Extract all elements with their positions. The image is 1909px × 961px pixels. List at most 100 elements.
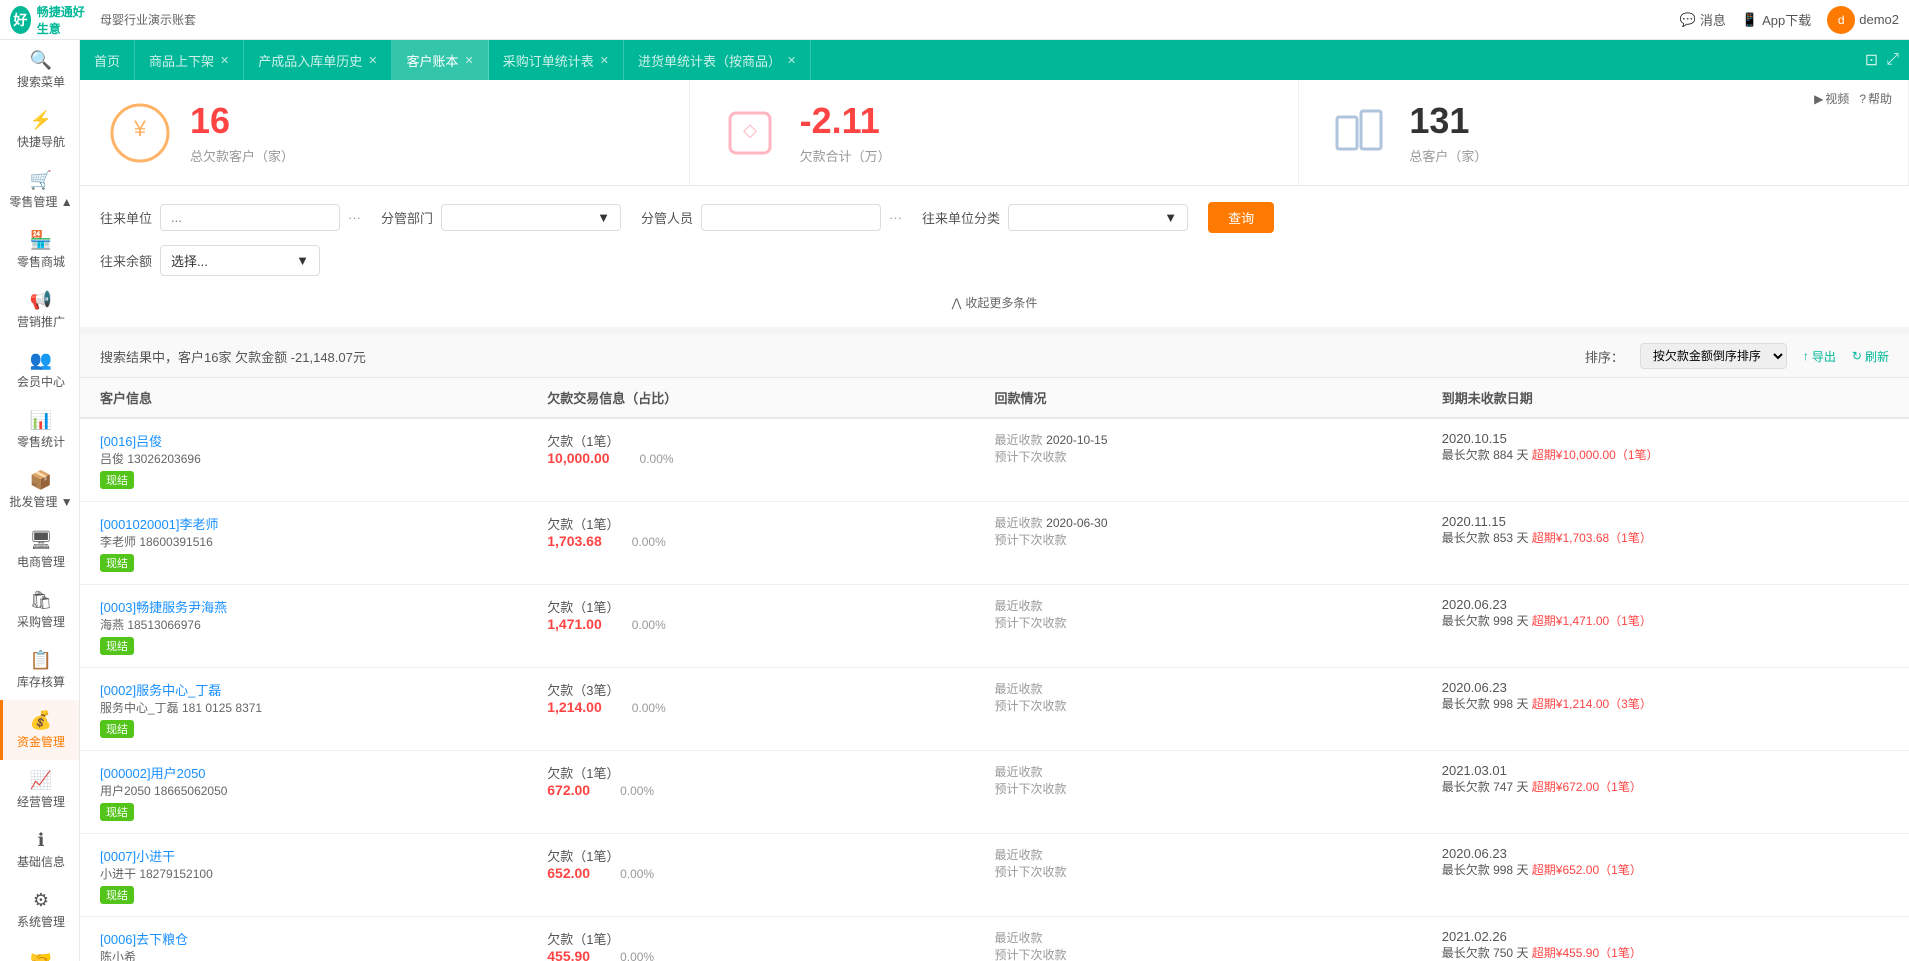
user-name: demo2 bbox=[1859, 12, 1899, 27]
stat-card-total-customers: 131 总客户（家） ▶ 视频 ? 帮助 bbox=[1299, 80, 1909, 185]
sidebar-item-finance[interactable]: 💰 资金管理 bbox=[0, 700, 79, 760]
debt-count: 欠款（1笔） bbox=[547, 929, 994, 948]
overdue-link[interactable]: 超期¥1,471.00（1笔） bbox=[1532, 614, 1652, 628]
inventory-icon: 📋 bbox=[7, 650, 75, 671]
debt-amount[interactable]: 652.00 bbox=[547, 865, 590, 881]
tab-inventory-stats[interactable]: 进货单统计表（按商品） ✕ bbox=[624, 40, 811, 80]
sort-label: 排序： bbox=[1585, 347, 1624, 366]
customer-link[interactable]: [0007]小进干 bbox=[100, 849, 175, 864]
sidebar-item-purchase[interactable]: 🛍 采购管理 bbox=[0, 580, 79, 640]
overdue-link[interactable]: 超期¥652.00（1笔） bbox=[1532, 863, 1642, 877]
quick-nav-icon: ⚡ bbox=[7, 110, 75, 131]
tab-expand-icon[interactable]: ⤢ bbox=[1886, 51, 1899, 69]
sidebar-item-search-menu[interactable]: 🔍 搜索菜单 bbox=[0, 40, 79, 100]
debt-amount[interactable]: 10,000.00 bbox=[547, 450, 609, 466]
app-download-btn[interactable]: 📱 App下载 bbox=[1742, 10, 1811, 29]
tab-product-offshelf[interactable]: 商品上下架 ✕ bbox=[135, 40, 244, 80]
due-date-cell: 2021.03.01 最长欠款 747 天 超期¥672.00（1笔） bbox=[1442, 763, 1889, 795]
sidebar-item-retail-stats[interactable]: 📊 零售统计 bbox=[0, 400, 79, 460]
tab-customer-account[interactable]: 客户账本 ✕ bbox=[392, 40, 488, 80]
sidebar-item-quick-nav[interactable]: ⚡ 快捷导航 bbox=[0, 100, 79, 160]
repayment-cell: 最近收款 预计下次收款 bbox=[995, 680, 1442, 714]
logo: 好 畅捷通好生意 bbox=[10, 3, 90, 37]
results-summary: 搜索结果中，客户16家 欠款金额 -21,148.07元 bbox=[100, 347, 366, 366]
total-customers-icon bbox=[1329, 103, 1389, 163]
marketing-icon: 📢 bbox=[7, 290, 75, 311]
tab-close-customer-account[interactable]: ✕ bbox=[465, 54, 474, 67]
balance-dropdown[interactable]: 选择... ▼ bbox=[160, 245, 320, 276]
message-btn[interactable]: 💬 消息 bbox=[1680, 10, 1726, 29]
customer-link[interactable]: [000002]用户2050 bbox=[100, 766, 206, 781]
sort-select[interactable]: 按欠款金额倒序排序 bbox=[1640, 343, 1787, 369]
debt-amount[interactable]: 672.00 bbox=[547, 782, 590, 798]
tab-close-product-offshelf[interactable]: ✕ bbox=[220, 54, 229, 67]
sidebar-item-marketing[interactable]: 📢 营销推广 bbox=[0, 280, 79, 340]
filter-from-unit: 往来单位 ··· bbox=[100, 204, 361, 231]
dept-dropdown[interactable]: ▼ bbox=[441, 204, 621, 231]
sidebar-item-basic-info[interactable]: ℹ 基础信息 bbox=[0, 820, 79, 880]
overdue-link[interactable]: 超期¥10,000.00（1笔） bbox=[1532, 448, 1659, 462]
debt-info-cell: 欠款（1笔） 652.00 0.00% bbox=[547, 846, 994, 881]
debt-percent: 0.00% bbox=[620, 950, 654, 961]
sidebar-item-inventory[interactable]: 📋 库存核算 bbox=[0, 640, 79, 700]
customer-link[interactable]: [0006]去下粮仓 bbox=[100, 932, 188, 947]
debt-amount[interactable]: 1,703.68 bbox=[547, 533, 602, 549]
user-profile[interactable]: d demo2 bbox=[1827, 6, 1899, 34]
tab-product-history[interactable]: 产成品入库单历史 ✕ bbox=[244, 40, 392, 80]
debt-amount[interactable]: 1,214.00 bbox=[547, 699, 602, 715]
video-btn[interactable]: ▶ 视频 bbox=[1814, 90, 1849, 107]
sidebar-item-enterprise[interactable]: 🤝 企业协同 bbox=[0, 940, 79, 961]
sidebar-item-ecommerce[interactable]: 🖥 电商管理 bbox=[0, 520, 79, 580]
ecommerce-icon: 🖥 bbox=[7, 530, 75, 551]
overdue-link[interactable]: 超期¥1,214.00（3笔） bbox=[1532, 697, 1652, 711]
debt-count: 欠款（1笔） bbox=[547, 597, 994, 616]
tab-close-product-history[interactable]: ✕ bbox=[368, 54, 377, 67]
help-btn[interactable]: ? 帮助 bbox=[1859, 90, 1892, 107]
export-btn[interactable]: ↑ 导出 bbox=[1803, 348, 1836, 365]
debt-total-label: 欠款合计（万） bbox=[800, 146, 891, 165]
gear-icon: ⚙ bbox=[7, 890, 75, 911]
filter-row-2: 往来余额 选择... ▼ bbox=[100, 245, 1889, 276]
customer-link[interactable]: [0003]畅捷服务尹海燕 bbox=[100, 600, 227, 615]
customer-link[interactable]: [0002]服务中心_丁磊 bbox=[100, 683, 221, 698]
sidebar-item-sys[interactable]: ⚙ 系统管理 bbox=[0, 880, 79, 940]
overdue-link[interactable]: 超期¥455.90（1笔） bbox=[1532, 946, 1642, 960]
customer-info-cell: [0003]畅捷服务尹海燕 海燕 18513066976 现结 bbox=[100, 597, 547, 655]
search-button[interactable]: 查询 bbox=[1208, 202, 1274, 233]
overdue-link[interactable]: 超期¥1,703.68（1笔） bbox=[1532, 531, 1652, 545]
message-label: 消息 bbox=[1700, 10, 1726, 29]
app-download-label: App下载 bbox=[1762, 10, 1811, 29]
tab-close-inventory-stats[interactable]: ✕ bbox=[787, 54, 796, 67]
debt-total-icon: ◇ bbox=[720, 103, 780, 163]
tab-purchase-order[interactable]: 采购订单统计表 ✕ bbox=[489, 40, 624, 80]
tab-home[interactable]: 首页 bbox=[80, 40, 135, 80]
filter-row-1: 往来单位 ··· 分管部门 ▼ 分管人员 bbox=[100, 202, 1889, 233]
debt-info-cell: 欠款（1笔） 1,471.00 0.00% bbox=[547, 597, 994, 632]
sidebar-item-ops[interactable]: 📈 经营管理 bbox=[0, 760, 79, 820]
refresh-btn[interactable]: ↻ 刷新 bbox=[1852, 348, 1889, 365]
debt-amount[interactable]: 455.90 bbox=[547, 948, 590, 961]
filter-category: 往来单位分类 ▼ bbox=[922, 204, 1188, 231]
table-row: [0001020001]李老师 李老师 18600391516 现结 欠款（1笔… bbox=[80, 502, 1909, 585]
balance-value: 选择... bbox=[171, 251, 208, 270]
sidebar-item-retail-mall[interactable]: 🏪 零售商城 bbox=[0, 220, 79, 280]
tab-restore-icon[interactable]: ⊡ bbox=[1865, 50, 1878, 70]
person-dots[interactable]: ··· bbox=[889, 210, 902, 225]
from-unit-dots[interactable]: ··· bbox=[348, 210, 361, 225]
sidebar-item-batch-mgmt[interactable]: 📦 批发管理 ▼ bbox=[0, 460, 79, 520]
collapse-filter-btn[interactable]: ⋀ 收起更多条件 bbox=[100, 288, 1889, 317]
customer-link[interactable]: [0001020001]李老师 bbox=[100, 517, 219, 532]
due-date-cell: 2020.06.23 最长欠款 998 天 超期¥1,471.00（1笔） bbox=[1442, 597, 1889, 629]
search-icon: 🔍 bbox=[7, 50, 75, 71]
sidebar-item-retail-mgmt[interactable]: 🛒 零售管理 ▲ bbox=[0, 160, 79, 220]
sidebar-item-member[interactable]: 👥 会员中心 bbox=[0, 340, 79, 400]
overdue-link[interactable]: 超期¥672.00（1笔） bbox=[1532, 780, 1642, 794]
debt-amount[interactable]: 1,471.00 bbox=[547, 616, 602, 632]
from-unit-input[interactable] bbox=[160, 204, 340, 231]
balance-chevron-icon: ▼ bbox=[296, 253, 309, 268]
tab-close-purchase-order[interactable]: ✕ bbox=[600, 54, 609, 67]
payment-badge: 现结 bbox=[100, 803, 134, 821]
customer-link[interactable]: [0016]吕俊 bbox=[100, 434, 162, 449]
person-input[interactable] bbox=[701, 204, 881, 231]
category-dropdown[interactable]: ▼ bbox=[1008, 204, 1188, 231]
